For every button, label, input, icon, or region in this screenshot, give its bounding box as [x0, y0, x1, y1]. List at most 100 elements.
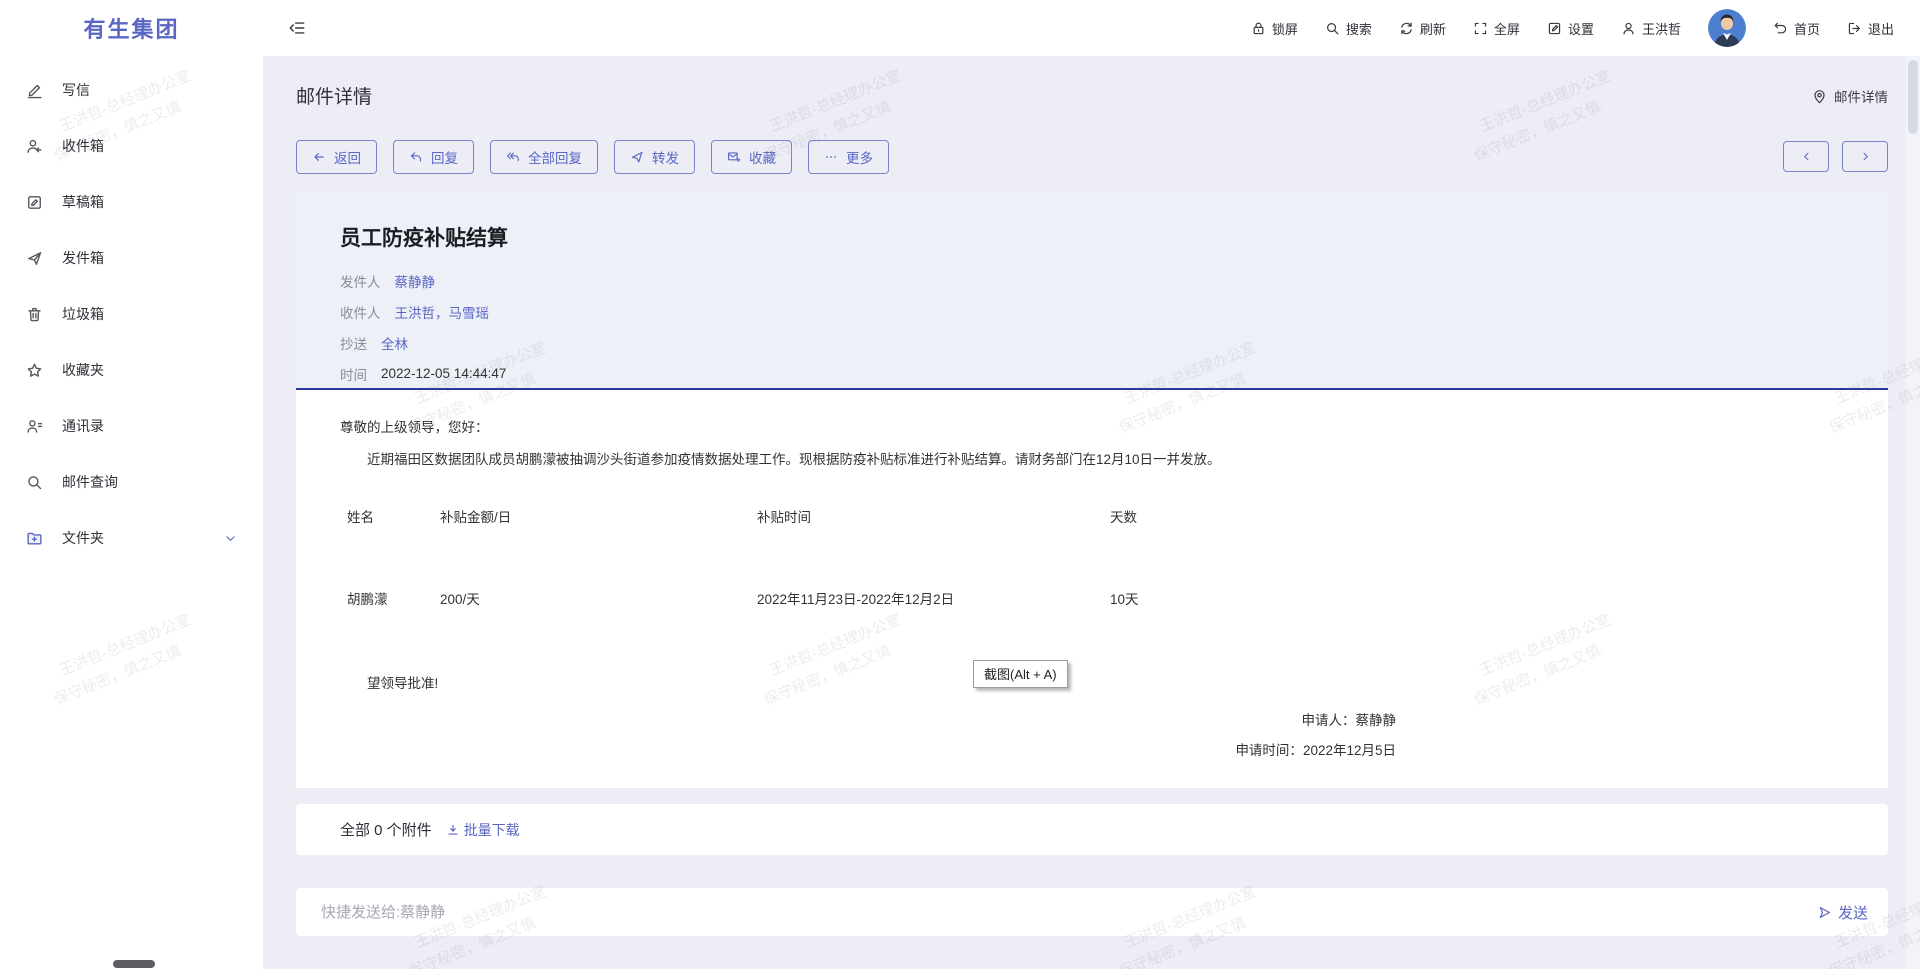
quick-send-input[interactable]	[316, 903, 1817, 922]
arrow-left-icon	[312, 150, 326, 164]
logout-icon	[1847, 21, 1862, 36]
sidebar-item-sent[interactable]: 发件箱	[0, 230, 263, 286]
sidebar-item-trash[interactable]: 垃圾箱	[0, 286, 263, 342]
settings-button[interactable]: 设置	[1547, 19, 1594, 38]
batch-download-link[interactable]: 批量下载	[446, 820, 520, 840]
subsidy-table: 姓名 补贴金额/日 补贴时间 天数 胡鹏濛 200/天 2022年11月23日-…	[340, 506, 1844, 608]
horizontal-scrollbar-thumb[interactable]	[113, 960, 155, 968]
chevron-right-icon	[1859, 150, 1872, 163]
mail-card: 员工防疫补贴结算 发件人 蔡静静 收件人 王洪哲，马雪瑶 抄送 全林 时间 20…	[296, 192, 1888, 936]
more-dots-icon	[824, 150, 838, 164]
applicant-line: 申请人：蔡静静	[340, 706, 1396, 736]
vertical-scrollbar[interactable]	[1906, 56, 1920, 969]
mail-body: 尊敬的上级领导，您好： 近期福田区数据团队成员胡鹏濛被抽调沙头街道参加疫情数据处…	[296, 390, 1888, 788]
td-amount: 200/天	[433, 588, 750, 608]
reply-all-button[interactable]: 全部回复	[490, 140, 598, 174]
fullscreen-button[interactable]: 全屏	[1473, 19, 1520, 38]
sidebar-item-label: 草稿箱	[62, 192, 104, 212]
favorite-button[interactable]: 收藏	[711, 140, 792, 174]
page-title: 邮件详情	[296, 82, 372, 109]
sidebar-item-label: 收藏夹	[62, 360, 104, 380]
send-triangle-icon	[1817, 905, 1832, 920]
mail-pager	[1783, 141, 1888, 172]
reply-button[interactable]: 回复	[393, 140, 474, 174]
chevron-left-icon	[1800, 150, 1813, 163]
draft-icon	[26, 194, 43, 211]
search-icon	[1325, 21, 1340, 36]
settings-icon	[1547, 21, 1562, 36]
breadcrumb: 邮件详情	[1812, 86, 1888, 106]
mail-closing: 望领导批准!	[340, 672, 1844, 692]
th-name: 姓名	[340, 506, 433, 526]
topbar: 锁屏 搜索 刷新 全屏 设置 王洪哲 首页	[263, 0, 1920, 56]
refresh-icon	[1399, 21, 1414, 36]
forward-icon	[630, 150, 644, 164]
sidebar-item-label: 写信	[62, 80, 90, 100]
cc-value[interactable]: 全林	[381, 333, 408, 353]
refresh-button[interactable]: 刷新	[1399, 19, 1446, 38]
sidebar-item-label: 文件夹	[62, 528, 104, 548]
from-label: 发件人	[340, 271, 381, 291]
more-button[interactable]: 更多	[808, 140, 889, 174]
sidebar-item-compose[interactable]: 写信	[0, 62, 263, 118]
sidebar-menu: 写信 收件箱 草稿箱 发件箱 垃圾箱 收藏夹 通讯录 邮件查询	[0, 56, 263, 566]
mail-to-row: 收件人 王洪哲，马雪瑶	[340, 296, 1844, 327]
forward-button[interactable]: 转发	[614, 140, 695, 174]
send-button[interactable]: 发送	[1817, 902, 1868, 923]
mail-signature: 申请人：蔡静静 申请时间：2022年12月5日	[340, 706, 1396, 766]
sidebar-item-folders[interactable]: 文件夹	[0, 510, 263, 566]
reply-all-icon	[506, 150, 520, 164]
screenshot-tooltip: 截图(Alt + A)	[973, 660, 1068, 688]
undo-home-icon	[1773, 21, 1788, 36]
inbox-person-icon	[26, 138, 43, 155]
folder-plus-icon	[26, 530, 43, 547]
td-days: 10天	[1103, 588, 1139, 608]
sidebar-item-inbox[interactable]: 收件箱	[0, 118, 263, 174]
attachments-bar: 全部 0 个附件 批量下载	[296, 804, 1888, 855]
from-value[interactable]: 蔡静静	[395, 271, 436, 291]
back-button[interactable]: 返回	[296, 140, 377, 174]
mail-from-row: 发件人 蔡静静	[340, 265, 1844, 296]
menu-fold-icon[interactable]	[288, 19, 306, 37]
sidebar-item-label: 发件箱	[62, 248, 104, 268]
cc-label: 抄送	[340, 333, 367, 353]
time-label: 时间	[340, 364, 367, 384]
sidebar-item-label: 垃圾箱	[62, 304, 104, 324]
sidebar-item-mail-search[interactable]: 邮件查询	[0, 454, 263, 510]
brand-logo: 有生集团	[0, 0, 263, 56]
lock-screen-button[interactable]: 锁屏	[1251, 19, 1298, 38]
paper-plane-icon	[26, 250, 43, 267]
prev-mail-button[interactable]	[1783, 141, 1829, 172]
logout-button[interactable]: 退出	[1847, 19, 1894, 38]
sidebar-item-drafts[interactable]: 草稿箱	[0, 174, 263, 230]
mail-star-icon	[727, 150, 741, 164]
mail-paragraph: 近期福田区数据团队成员胡鹏濛被抽调沙头街道参加疫情数据处理工作。现根据防疫补贴标…	[340, 448, 1844, 468]
pencil-icon	[26, 82, 43, 99]
sidebar-item-contacts[interactable]: 通讯录	[0, 398, 263, 454]
reply-icon	[409, 150, 423, 164]
sidebar-item-favorites[interactable]: 收藏夹	[0, 342, 263, 398]
download-icon	[446, 823, 460, 837]
current-user[interactable]: 王洪哲	[1621, 19, 1681, 38]
avatar[interactable]	[1708, 9, 1746, 47]
sidebar-item-label: 邮件查询	[62, 472, 118, 492]
topbar-tools: 锁屏 搜索 刷新 全屏 设置 王洪哲 首页	[1251, 9, 1894, 47]
home-button[interactable]: 首页	[1773, 19, 1820, 38]
mail-actions: 返回 回复 全部回复 转发 收藏 更多	[296, 140, 889, 174]
attachments-summary: 全部 0 个附件	[340, 819, 432, 840]
scrollbar-thumb[interactable]	[1908, 60, 1918, 134]
to-label: 收件人	[340, 302, 381, 322]
search-button[interactable]: 搜索	[1325, 19, 1372, 38]
to-value[interactable]: 王洪哲，马雪瑶	[395, 302, 490, 322]
chevron-down-icon[interactable]	[224, 532, 237, 545]
search-icon	[26, 474, 43, 491]
location-pin-icon	[1812, 89, 1827, 104]
sidebar-item-label: 通讯录	[62, 416, 104, 436]
next-mail-button[interactable]	[1842, 141, 1888, 172]
lock-icon	[1251, 21, 1266, 36]
mail-cc-row: 抄送 全林	[340, 327, 1844, 358]
sidebar: 有生集团 写信 收件箱 草稿箱 发件箱 垃圾箱 收藏夹 通讯录	[0, 0, 263, 969]
apply-time-line: 申请时间：2022年12月5日	[340, 736, 1396, 766]
trash-icon	[26, 306, 43, 323]
table-header-row: 姓名 补贴金额/日 补贴时间 天数	[340, 506, 1844, 526]
